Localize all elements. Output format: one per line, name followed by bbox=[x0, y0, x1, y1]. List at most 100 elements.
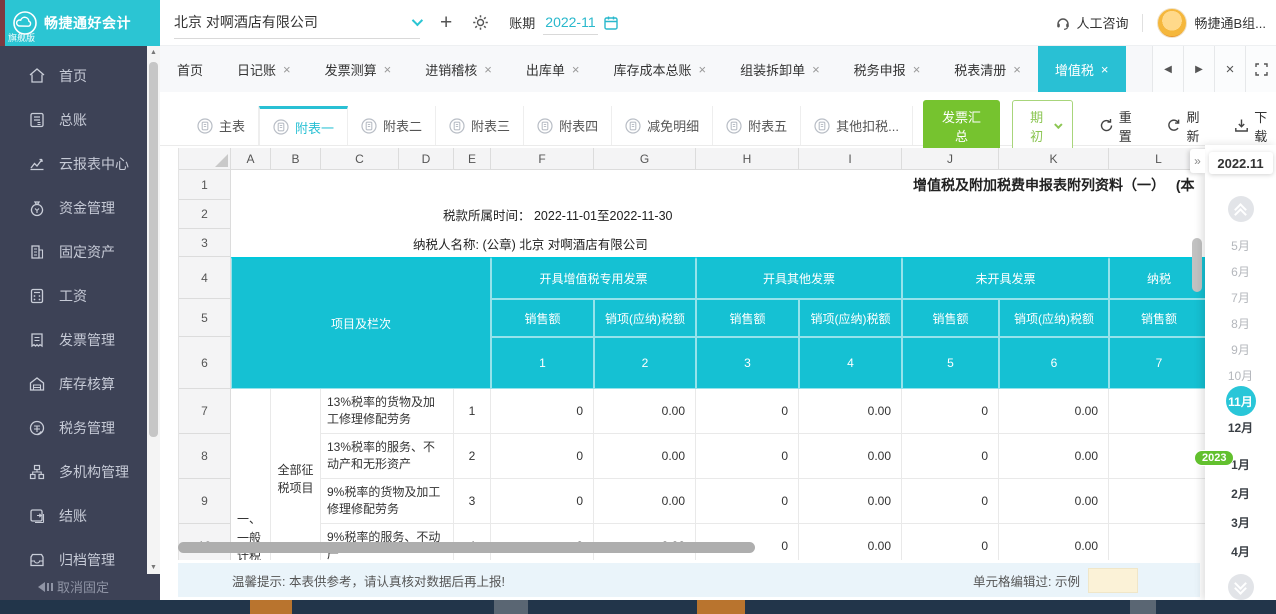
month-item[interactable]: 5月 bbox=[1205, 232, 1276, 258]
document-tab[interactable]: 组装拆卸单 × bbox=[723, 46, 837, 92]
row-number-cell[interactable]: 7 bbox=[179, 389, 231, 434]
column-header-cell[interactable]: B bbox=[271, 148, 321, 170]
unpin-sidebar-button[interactable]: 取消固定 bbox=[0, 573, 147, 600]
months-scroll-down-button[interactable] bbox=[1227, 574, 1254, 600]
sheet-subtab[interactable]: 附表二 bbox=[348, 106, 437, 145]
refresh-button[interactable]: 刷新 bbox=[1166, 107, 1208, 145]
settings-gear-icon[interactable] bbox=[472, 14, 489, 31]
column-header-cell[interactable]: K bbox=[999, 148, 1109, 170]
value-cell[interactable]: 0 bbox=[696, 389, 799, 434]
value-cell[interactable]: 0.00 bbox=[999, 479, 1109, 524]
document-tab[interactable]: 日记账 × bbox=[220, 46, 308, 92]
reset-button[interactable]: 重置 bbox=[1099, 107, 1141, 145]
line-number-cell[interactable]: 3 bbox=[454, 479, 491, 524]
month-item[interactable]: 2月 bbox=[1205, 479, 1276, 508]
horizontal-scrollbar[interactable] bbox=[178, 542, 1190, 554]
scroll-down-icon[interactable]: ▼ bbox=[147, 561, 160, 574]
tab-close-icon[interactable]: × bbox=[1013, 62, 1021, 77]
value-cell[interactable]: 0 bbox=[491, 479, 594, 524]
tab-close-icon[interactable]: × bbox=[812, 62, 820, 77]
month-item[interactable]: 8月 bbox=[1205, 310, 1276, 336]
company-selector[interactable]: 北京 对啊酒店有限公司 bbox=[174, 7, 424, 39]
item-description-cell[interactable]: 13%税率的货物及加工修理修配劳务 bbox=[321, 389, 454, 434]
row-number-cell[interactable]: 4 bbox=[179, 257, 231, 299]
column-header-cell[interactable]: C bbox=[321, 148, 399, 170]
sidebar-item-inventory[interactable]: 库存核算 bbox=[0, 362, 160, 406]
document-tab[interactable]: 进销稽核 × bbox=[408, 46, 509, 92]
sheet-subtab[interactable]: 附表五 bbox=[713, 106, 802, 145]
column-header-cell[interactable]: I bbox=[799, 148, 902, 170]
sidebar-item-tax[interactable]: 税务管理 bbox=[0, 406, 160, 450]
tabs-close-all-button[interactable]: × bbox=[1214, 46, 1245, 92]
invoice-summary-button[interactable]: 发票汇总 bbox=[922, 99, 1001, 152]
value-cell[interactable]: 0.00 bbox=[594, 479, 696, 524]
user-avatar[interactable] bbox=[1157, 7, 1188, 38]
value-cell[interactable]: 0 bbox=[902, 434, 999, 479]
document-tab[interactable]: 增值税 × bbox=[1037, 46, 1126, 92]
opening-balance-button[interactable]: 期初 bbox=[1012, 99, 1073, 152]
value-cell[interactable] bbox=[1109, 479, 1208, 524]
tab-close-icon[interactable]: × bbox=[384, 62, 392, 77]
sidebar-item-home[interactable]: 首页 bbox=[0, 54, 160, 98]
section-general-taxation-cell[interactable]: 一、一般计税 bbox=[231, 389, 271, 560]
value-cell[interactable]: 0 bbox=[902, 389, 999, 434]
value-cell[interactable]: 0 bbox=[696, 434, 799, 479]
document-tab[interactable]: 发票测算 × bbox=[308, 46, 409, 92]
calendar-icon[interactable] bbox=[603, 15, 619, 31]
item-description-cell[interactable]: 13%税率的服务、不动产和无形资产 bbox=[321, 434, 454, 479]
row-number-cell[interactable]: 6 bbox=[179, 337, 231, 389]
panel-expand-icon[interactable]: » bbox=[1190, 149, 1205, 173]
month-item[interactable]: 11月 bbox=[1205, 386, 1276, 416]
value-cell[interactable]: 0 bbox=[696, 479, 799, 524]
line-number-cell[interactable]: 2 bbox=[454, 434, 491, 479]
download-button[interactable]: 下载 bbox=[1234, 107, 1276, 145]
value-cell[interactable]: 0 bbox=[491, 389, 594, 434]
fullscreen-icon[interactable] bbox=[1245, 46, 1276, 92]
document-tab[interactable]: 库存成本总账 × bbox=[596, 46, 723, 92]
sidebar-item-funds[interactable]: 资金管理 bbox=[0, 186, 160, 230]
sidebar-item-payroll[interactable]: 工资 bbox=[0, 274, 160, 318]
value-cell[interactable]: 0 bbox=[902, 479, 999, 524]
column-header-cell[interactable]: A bbox=[231, 148, 271, 170]
sidebar-item-general-ledger[interactable]: 总账 bbox=[0, 98, 160, 142]
column-header-cell[interactable]: H bbox=[696, 148, 799, 170]
tax-period-cell[interactable]: 税款所属时间： 2022-11-01至2022-11-30 bbox=[231, 200, 1208, 229]
row-number-cell[interactable]: 8 bbox=[179, 434, 231, 479]
row-number-cell[interactable]: 5 bbox=[179, 299, 231, 337]
sidebar-item-fixed-assets[interactable]: 固定资产 bbox=[0, 230, 160, 274]
sidebar-scrollbar-thumb[interactable] bbox=[149, 62, 158, 437]
tab-close-icon[interactable]: × bbox=[572, 62, 580, 77]
month-item[interactable]: 12月 bbox=[1205, 414, 1276, 440]
month-item[interactable]: 10月 bbox=[1205, 362, 1276, 388]
value-cell[interactable] bbox=[1109, 389, 1208, 434]
tabs-scroll-right-button[interactable]: ▶ bbox=[1183, 46, 1214, 92]
document-tab[interactable]: 出库单 × bbox=[509, 46, 597, 92]
month-item[interactable]: 7月 bbox=[1205, 284, 1276, 310]
month-item[interactable]: 9月 bbox=[1205, 336, 1276, 362]
sheet-title-cell[interactable]: 增值税及附加税费申报表附列资料（一） (本 bbox=[231, 170, 1208, 200]
row-number-cell[interactable]: 2 bbox=[179, 200, 231, 229]
column-header-cell[interactable]: F bbox=[491, 148, 594, 170]
sheet-subtab[interactable]: 其他扣税... bbox=[801, 106, 913, 145]
scroll-up-icon[interactable]: ▲ bbox=[147, 46, 160, 59]
document-tab[interactable]: 税表清册 × bbox=[937, 46, 1038, 92]
tab-close-icon[interactable]: × bbox=[484, 62, 492, 77]
row-number-cell[interactable]: 3 bbox=[179, 229, 231, 257]
column-header-cell[interactable]: J bbox=[902, 148, 999, 170]
section-all-taxable-items-cell[interactable]: 全部征税项目 bbox=[271, 389, 321, 560]
row-number-cell[interactable]: 9 bbox=[179, 479, 231, 524]
horizontal-scrollbar-thumb[interactable] bbox=[178, 542, 755, 553]
support-link[interactable]: 人工咨询 bbox=[1055, 13, 1128, 32]
add-account-button[interactable]: + bbox=[440, 12, 452, 33]
month-item[interactable]: 4月 bbox=[1205, 537, 1276, 566]
value-cell[interactable]: 0.00 bbox=[799, 434, 902, 479]
sidebar-item-cloud-reports[interactable]: 云报表中心 bbox=[0, 142, 160, 186]
document-tab[interactable]: 税务申报 × bbox=[837, 46, 938, 92]
sidebar-item-closing[interactable]: 结账 bbox=[0, 494, 160, 538]
value-cell[interactable]: 0.00 bbox=[799, 479, 902, 524]
tab-close-icon[interactable]: × bbox=[913, 62, 921, 77]
sheet-subtab[interactable]: 减免明细 bbox=[612, 106, 714, 145]
sidebar-item-multi-org[interactable]: 多机构管理 bbox=[0, 450, 160, 494]
vertical-scrollbar-thumb[interactable] bbox=[1192, 238, 1202, 292]
months-scroll-up-button[interactable] bbox=[1227, 196, 1254, 222]
